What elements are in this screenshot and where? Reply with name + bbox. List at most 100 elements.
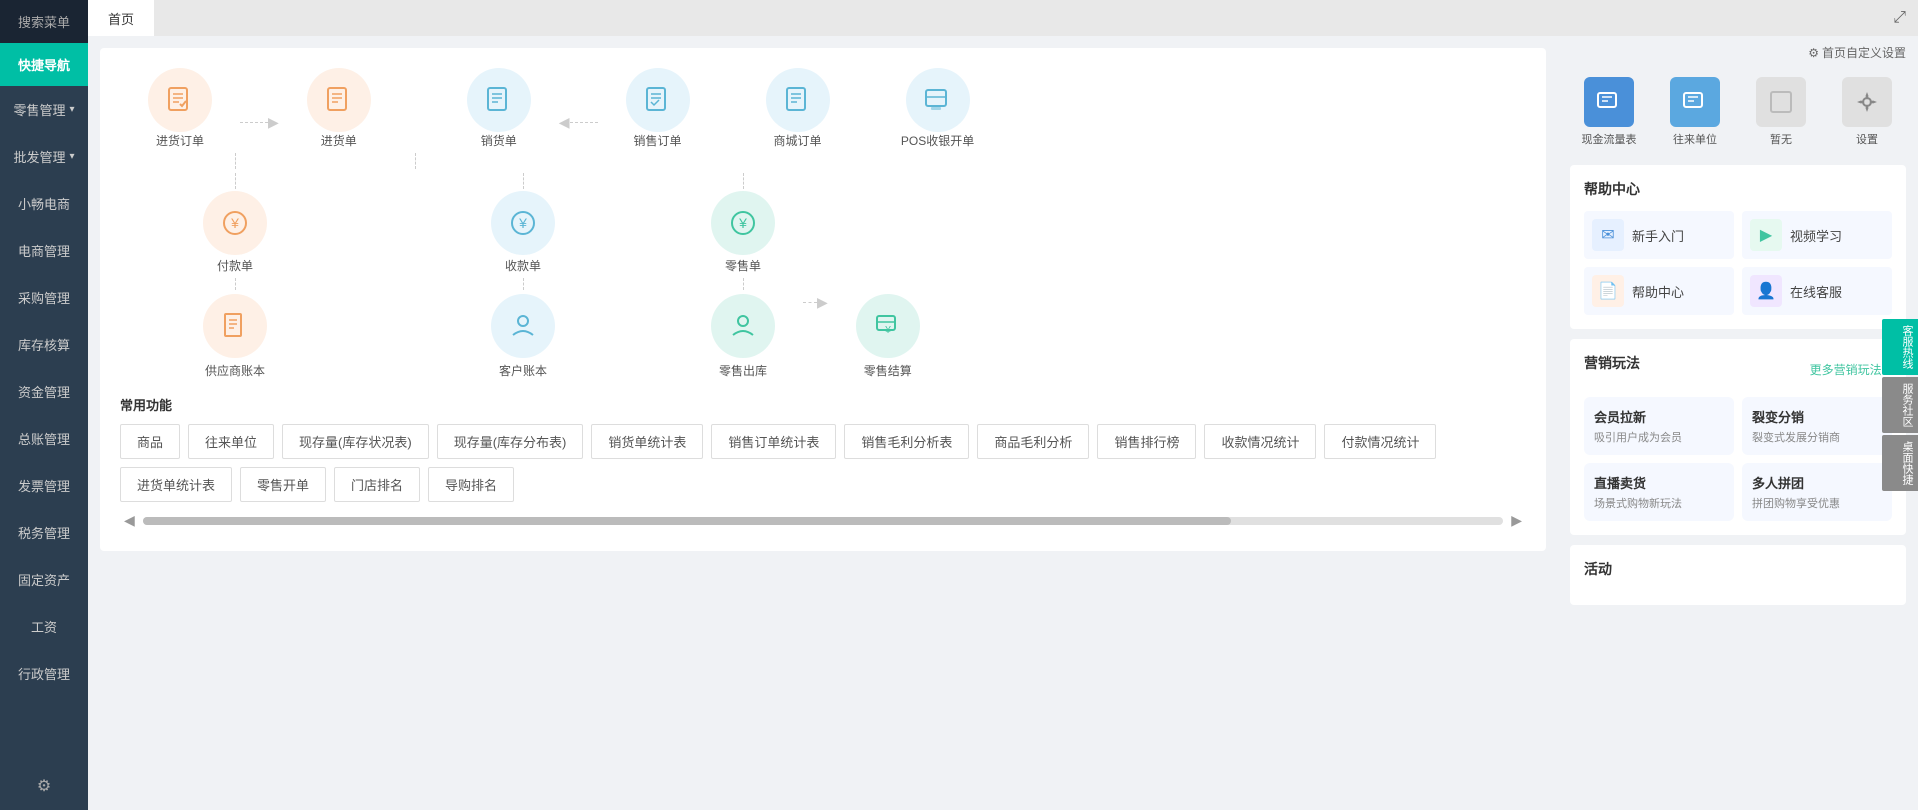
- float-btn-desktop[interactable]: 桌面快捷: [1882, 435, 1918, 491]
- help-item-help[interactable]: 📄 帮助中心: [1584, 267, 1734, 315]
- func-btn-sales-profit[interactable]: 销售毛利分析表: [844, 424, 969, 459]
- quick-icon-grid: 现金流量表 往来单位 暂无: [1570, 77, 1906, 147]
- flow-node-sales[interactable]: 销货单: [439, 68, 559, 149]
- more-marketing-link[interactable]: 更多营销玩法 >: [1810, 361, 1892, 378]
- sidebar-item-payroll[interactable]: 工资: [0, 603, 88, 650]
- quick-icon-cashflow[interactable]: 现金流量表: [1570, 77, 1648, 147]
- empty-icon: [1756, 77, 1806, 127]
- flow-node-purchase-order[interactable]: 进货订单: [120, 68, 240, 149]
- video-icon: ▶: [1750, 219, 1782, 251]
- help-center-title: 帮助中心: [1584, 179, 1892, 199]
- retail-outbound-icon: [711, 294, 775, 358]
- float-btn-community[interactable]: 服务社区: [1882, 377, 1918, 433]
- func-btn-retail-order[interactable]: 零售开单: [240, 467, 326, 502]
- contacts-icon: [1670, 77, 1720, 127]
- func-btn-store-rank[interactable]: 门店排名: [334, 467, 420, 502]
- chevron-down-icon: ▾: [69, 104, 74, 115]
- purchase-order-icon: [148, 68, 212, 132]
- sidebar-item-fixed-assets[interactable]: 固定资产: [0, 556, 88, 603]
- sidebar-nav-header[interactable]: 快捷导航: [0, 43, 88, 86]
- func-btn-goods-profit[interactable]: 商品毛利分析: [977, 424, 1089, 459]
- activity-card: 活动: [1570, 545, 1906, 605]
- flow-node-mall-order[interactable]: 商城订单: [738, 68, 858, 149]
- beginner-icon: ✉: [1592, 219, 1624, 251]
- flow-node-pos[interactable]: POS收银开单: [878, 68, 998, 149]
- func-btn-receipt-stat[interactable]: 收款情况统计: [1204, 424, 1316, 459]
- scroll-right-btn[interactable]: ▶: [1507, 510, 1526, 531]
- svg-text:¥: ¥: [884, 325, 891, 336]
- svg-text:¥: ¥: [518, 215, 527, 231]
- help-icon: 📄: [1592, 275, 1624, 307]
- help-item-chat[interactable]: 👤 在线客服: [1742, 267, 1892, 315]
- scroll-track[interactable]: [143, 517, 1503, 525]
- tab-home[interactable]: 首页: [88, 0, 154, 36]
- sidebar-item-ecommerce[interactable]: 电商管理: [0, 227, 88, 274]
- help-card: 帮助中心 ✉ 新手入门 ▶ 视频学习 📄 帮助中心 👤: [1570, 165, 1906, 329]
- svg-text:¥: ¥: [230, 215, 239, 231]
- customer-ledger-icon: [491, 294, 555, 358]
- func-btn-inventory-status[interactable]: 现存量(库存状况表): [282, 424, 429, 459]
- customize-link[interactable]: ⚙ 首页自定义设置: [1570, 44, 1906, 61]
- common-functions-title: 常用功能: [120, 395, 1526, 414]
- sidebar-search[interactable]: 搜索菜单: [0, 0, 88, 43]
- purchase-icon: [307, 68, 371, 132]
- sidebar-item-admin[interactable]: 行政管理: [0, 650, 88, 697]
- arrow-right-1: ▶: [240, 114, 279, 149]
- func-btn-guide-rank[interactable]: 导购排名: [428, 467, 514, 502]
- marketing-title: 营销玩法: [1584, 353, 1640, 373]
- help-item-video[interactable]: ▶ 视频学习: [1742, 211, 1892, 259]
- func-btn-sales-stat[interactable]: 销货单统计表: [591, 424, 703, 459]
- func-btn-sales-order-stat[interactable]: 销售订单统计表: [711, 424, 836, 459]
- receipt-icon: ¥: [491, 191, 555, 255]
- sidebar-item-invoice[interactable]: 发票管理: [0, 462, 88, 509]
- chat-icon: 👤: [1750, 275, 1782, 307]
- expand-icon[interactable]: ⤢: [1881, 9, 1918, 27]
- marketing-item-live[interactable]: 直播卖货 场景式购物新玩法: [1584, 463, 1734, 521]
- help-item-beginner[interactable]: ✉ 新手入门: [1584, 211, 1734, 259]
- sales-icon: [467, 68, 531, 132]
- scroll-left-btn[interactable]: ◀: [120, 510, 139, 531]
- sidebar-item-ecommerce-xc[interactable]: 小畅电商: [0, 180, 88, 227]
- marketing-item-group[interactable]: 多人拼团 拼团购物享受优惠: [1742, 463, 1892, 521]
- func-button-grid: 商品 往来单位 现存量(库存状况表) 现存量(库存分布表) 销货单统计表 销售订…: [120, 424, 1526, 502]
- quick-icon-empty: 暂无: [1742, 77, 1820, 147]
- func-btn-inventory-dist[interactable]: 现存量(库存分布表): [437, 424, 584, 459]
- sidebar-item-retail[interactable]: 零售管理 ▾: [0, 86, 88, 133]
- sidebar-item-ledger[interactable]: 总账管理: [0, 415, 88, 462]
- supplier-ledger-icon: [203, 294, 267, 358]
- func-btn-goods[interactable]: 商品: [120, 424, 180, 459]
- marketing-item-member[interactable]: 会员拉新 吸引用户成为会员: [1584, 397, 1734, 455]
- retail-order-icon: ¥: [711, 191, 775, 255]
- func-btn-payment-stat[interactable]: 付款情况统计: [1324, 424, 1436, 459]
- settings-icon: [1842, 77, 1892, 127]
- sidebar-item-finance[interactable]: 资金管理: [0, 368, 88, 415]
- sidebar-item-purchase[interactable]: 采购管理: [0, 274, 88, 321]
- marketing-card: 营销玩法 更多营销玩法 > 会员拉新 吸引用户成为会员 裂变分销 裂变式发展分销…: [1570, 339, 1906, 535]
- chevron-down-icon: ▾: [69, 151, 74, 162]
- float-buttons: 客服热线 服务社区 桌面快捷: [1882, 319, 1918, 491]
- activity-title: 活动: [1584, 559, 1892, 579]
- marketing-grid: 会员拉新 吸引用户成为会员 裂变分销 裂变式发展分销商 直播卖货 场景式购物新玩…: [1584, 397, 1892, 521]
- sidebar-item-tax[interactable]: 税务管理: [0, 509, 88, 556]
- func-btn-sales-rank[interactable]: 销售排行榜: [1097, 424, 1196, 459]
- common-functions: 常用功能 商品 往来单位 现存量(库存状况表) 现存量(库存分布表) 销货单统计…: [120, 395, 1526, 502]
- quick-icon-contacts[interactable]: 往来单位: [1656, 77, 1734, 147]
- cashflow-icon: [1584, 77, 1634, 127]
- sidebar-item-wholesale[interactable]: 批发管理 ▾: [0, 133, 88, 180]
- func-btn-purchase-stat[interactable]: 进货单统计表: [120, 467, 232, 502]
- svg-text:¥: ¥: [738, 215, 747, 231]
- main-area: 首页 ⤢ 进货订单: [88, 0, 1918, 810]
- flow-node-purchase[interactable]: 进货单: [279, 68, 399, 149]
- func-btn-contacts[interactable]: 往来单位: [188, 424, 274, 459]
- sales-order-icon: [626, 68, 690, 132]
- scroll-thumb: [143, 517, 1231, 525]
- scrollbar: ◀ ▶: [120, 510, 1526, 531]
- main-panel: 进货订单 ▶ 进货单: [88, 36, 1558, 810]
- marketing-item-fission[interactable]: 裂变分销 裂变式发展分销商: [1742, 397, 1892, 455]
- settings-button[interactable]: ⚙: [0, 762, 88, 810]
- quick-icon-settings[interactable]: 设置: [1828, 77, 1906, 147]
- flow-node-sales-order[interactable]: 销售订单: [598, 68, 718, 149]
- sidebar-item-inventory[interactable]: 库存核算: [0, 321, 88, 368]
- tab-bar: 首页 ⤢: [88, 0, 1918, 36]
- float-btn-service[interactable]: 客服热线: [1882, 319, 1918, 375]
